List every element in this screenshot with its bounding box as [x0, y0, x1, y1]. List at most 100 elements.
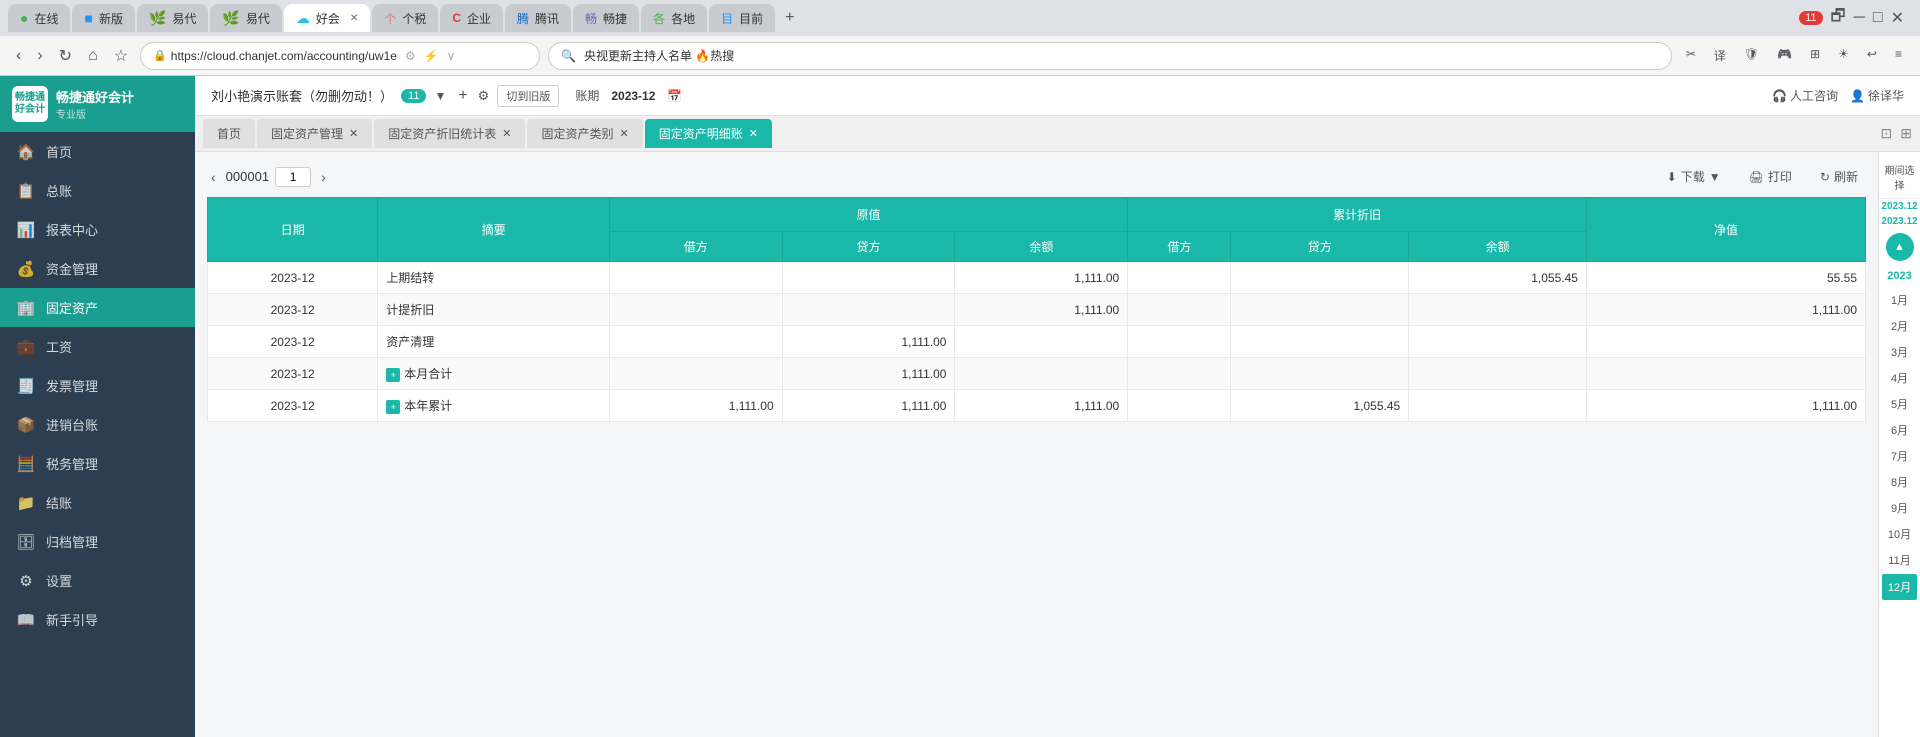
sidebar-item-reports[interactable]: 📊 报表中心	[0, 210, 195, 249]
sidebar-item-tax[interactable]: 🧮 税务管理	[0, 444, 195, 483]
sidebar-item-home[interactable]: 🏠 首页	[0, 132, 195, 171]
page-tab-close-icon[interactable]: ✕	[749, 127, 758, 140]
page-tab-close-icon[interactable]: ✕	[620, 127, 629, 140]
restore-btn[interactable]: 🗗	[1831, 5, 1846, 32]
back-button[interactable]: ‹	[12, 45, 25, 67]
browser-tab-qiye[interactable]: C 企业	[440, 4, 503, 32]
sidebar-item-guide[interactable]: 📖 新手引导	[0, 600, 195, 639]
table-cell	[1409, 326, 1587, 358]
scroll-up-button[interactable]: ▲	[1886, 233, 1914, 261]
sidebar-item-payroll[interactable]: 💼 工资	[0, 327, 195, 366]
minimize-btn[interactable]: ─	[1854, 9, 1865, 27]
home-button[interactable]: ⌂	[84, 45, 102, 67]
page-tab-close-icon[interactable]: ✕	[349, 127, 358, 140]
close-browser-btn[interactable]: ✕	[1891, 8, 1904, 28]
table-cell	[1409, 390, 1587, 422]
print-button[interactable]: 🖨 打印	[1741, 164, 1800, 189]
table-cell	[1586, 326, 1865, 358]
refresh-button[interactable]: ↻ 刷新	[1812, 164, 1866, 189]
switch-version-button[interactable]: 切到旧版	[497, 85, 559, 107]
reload-button[interactable]: ↻	[55, 44, 76, 68]
page-tab-asset-detail-ledger[interactable]: 固定资产明细账 ✕	[645, 119, 772, 148]
page-tab-fixed-assets-mgmt[interactable]: 固定资产管理 ✕	[257, 119, 372, 148]
table-cell	[1231, 262, 1409, 294]
th-date: 日期	[208, 198, 378, 262]
action-buttons: ⬇ 下载 ▼ 🖨 打印 ↻ 刷新	[1659, 164, 1866, 189]
tab-close-icon[interactable]: ✕	[350, 13, 358, 24]
browser-tab-changjie[interactable]: 畅 畅捷	[573, 4, 639, 32]
game-btn[interactable]: 🎮	[1771, 45, 1798, 66]
month-item[interactable]: 8月	[1879, 469, 1920, 495]
prev-page-button[interactable]: ‹	[207, 167, 220, 187]
sidebar-item-general-ledger[interactable]: 📋 总账	[0, 171, 195, 210]
purchase-icon: 📦	[16, 416, 36, 434]
forward-button[interactable]: ›	[33, 45, 46, 67]
add-button[interactable]: +	[458, 87, 467, 105]
table-cell	[609, 262, 782, 294]
tab-label: 腾讯	[535, 10, 559, 27]
download-button[interactable]: ⬇ 下载 ▼	[1659, 164, 1729, 189]
sidebar-item-fixed-assets[interactable]: 🏢 固定资产	[0, 288, 195, 327]
sidebar-item-label: 结账	[46, 493, 72, 512]
maximize-btn[interactable]: □	[1873, 9, 1883, 27]
page-tab-depreciation-stats[interactable]: 固定资产折旧统计表 ✕	[374, 119, 525, 148]
invoice-icon: 🧾	[16, 377, 36, 395]
month-item[interactable]: 2月	[1879, 313, 1920, 339]
browser-tab-muqian[interactable]: 目 目前	[709, 4, 775, 32]
history-btn[interactable]: ↩	[1861, 45, 1883, 66]
month-item[interactable]: 12月	[1882, 574, 1917, 600]
period-display-2: 2023.12	[1879, 214, 1920, 229]
sidebar-item-funds[interactable]: 💰 资金管理	[0, 249, 195, 288]
sun-btn[interactable]: ☀	[1832, 45, 1855, 66]
browser-tab-online[interactable]: ● 在线	[8, 4, 70, 32]
support-btn[interactable]: 🎧 人工咨询	[1772, 87, 1838, 104]
th-accumulated: 累计折旧	[1128, 198, 1587, 232]
browser-tab-haohui[interactable]: ☁ 好会 ✕	[284, 4, 370, 32]
collapse-btn[interactable]: ⊡	[1881, 125, 1893, 142]
sidebar-item-invoices[interactable]: 🧾 发票管理	[0, 366, 195, 405]
page-input[interactable]	[275, 167, 311, 187]
translate-btn[interactable]: 译	[1708, 45, 1732, 66]
browser-tab-new[interactable]: ■ 新版	[72, 4, 134, 32]
sidebar-item-closing[interactable]: 📁 结账	[0, 483, 195, 522]
sidebar-item-archive[interactable]: 🗄 归档管理	[0, 522, 195, 561]
extension-btn[interactable]: 🛡	[1738, 45, 1765, 66]
browser-tab-tengxun[interactable]: 腾 腾讯	[505, 4, 571, 32]
sidebar-item-purchase-sales[interactable]: 📦 进销台账	[0, 405, 195, 444]
browser-tab-gedi[interactable]: 各 各地	[641, 4, 707, 32]
calendar-icon[interactable]: 📅	[667, 89, 682, 103]
settings-small-btn[interactable]: ⚙	[478, 88, 490, 104]
month-item[interactable]: 11月	[1879, 547, 1920, 573]
month-item[interactable]: 10月	[1879, 521, 1920, 547]
browser-tab-yidai1[interactable]: 🌿 易代	[137, 4, 208, 32]
month-item[interactable]: 4月	[1879, 365, 1920, 391]
new-tab-button[interactable]: +	[777, 5, 802, 31]
menu-btn[interactable]: ≡	[1889, 45, 1908, 66]
month-item[interactable]: 9月	[1879, 495, 1920, 521]
next-page-button[interactable]: ›	[317, 167, 330, 187]
dropdown-arrow[interactable]: ▼	[434, 89, 446, 103]
page-tab-close-icon[interactable]: ✕	[502, 127, 511, 140]
sidebar-item-settings[interactable]: ⚙ 设置	[0, 561, 195, 600]
table-cell	[1128, 326, 1231, 358]
search-bar[interactable]: 🔍 央视更新主持人名单 🔥热搜	[548, 42, 1672, 70]
url-bar[interactable]: 🔒 https://cloud.chanjet.com/accounting/u…	[140, 42, 540, 70]
grid-btn[interactable]: ⊞	[1804, 45, 1826, 66]
month-item[interactable]: 3月	[1879, 339, 1920, 365]
table-cell: 1,111.00	[955, 390, 1128, 422]
browser-tab-geshui[interactable]: 个 个税	[372, 4, 438, 32]
bookmark-button[interactable]: ☆	[110, 44, 132, 68]
user-avatar[interactable]: 👤 徐译华	[1850, 87, 1904, 104]
guide-icon: 📖	[16, 611, 36, 629]
month-item[interactable]: 1月	[1879, 287, 1920, 313]
month-item[interactable]: 6月	[1879, 417, 1920, 443]
scissors-btn[interactable]: ✂	[1680, 45, 1702, 66]
page-tab-asset-category[interactable]: 固定资产类别 ✕	[527, 119, 642, 148]
page-tab-home[interactable]: 首页	[203, 119, 255, 148]
month-item[interactable]: 5月	[1879, 391, 1920, 417]
month-item[interactable]: 7月	[1879, 443, 1920, 469]
expand-btn[interactable]: ⊞	[1900, 125, 1912, 142]
browser-tab-yidai2[interactable]: 🌿 易代	[210, 4, 281, 32]
th-original-value: 原值	[609, 198, 1127, 232]
th-orig-credit: 贷方	[782, 232, 955, 262]
